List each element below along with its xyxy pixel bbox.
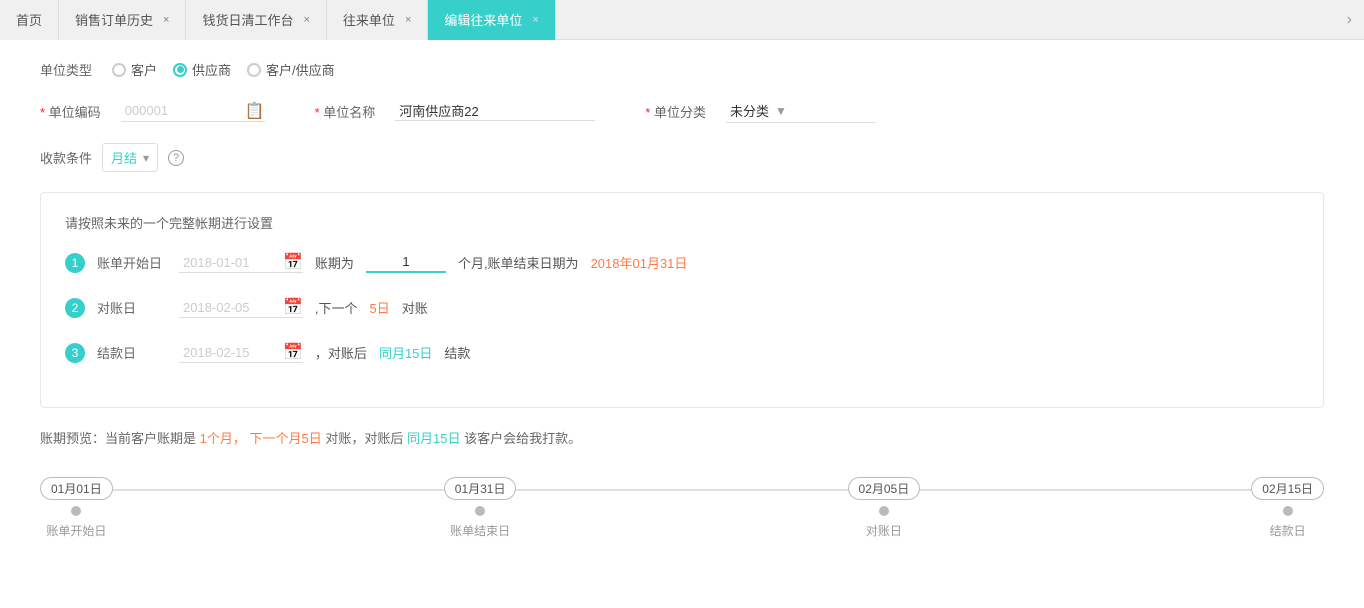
period-row-1: 1 账单开始日 📅 账期为 个月,账单结束日期为 2018年01月31日 (65, 252, 1299, 273)
unit-classify-value: 未分类 (730, 101, 769, 120)
period-text-2b: 对账 (402, 298, 428, 317)
timeline-label-4: 结款日 (1270, 522, 1306, 539)
payment-date-field: 📅 (179, 342, 303, 363)
tab-sales-history[interactable]: 销售订单历史 × (59, 0, 186, 40)
radio-both[interactable]: 客户/供应商 (247, 60, 335, 79)
reconcile-date-field: 📅 (179, 297, 303, 318)
radio-circle-customer (112, 63, 126, 77)
reconcile-highlight: 5日 (370, 298, 390, 317)
timeline: 01月01日 账单开始日 01月31日 账单结束日 02月05日 对账日 02月… (40, 467, 1324, 559)
timeline-dot-2 (475, 506, 485, 516)
timeline-point-1: 01月01日 账单开始日 (40, 477, 113, 539)
period-label-1: 账单开始日 (97, 253, 167, 272)
tab-scroll-arrow[interactable]: › (1335, 11, 1364, 29)
tab-edit-units[interactable]: 编辑往来单位 × (428, 0, 555, 40)
timeline-label-3: 对账日 (866, 522, 902, 539)
timeline-label-2: 账单结束日 (450, 522, 510, 539)
preview-part3: 同月15日 (407, 431, 460, 446)
end-date-value: 2018年01月31日 (591, 253, 688, 272)
timeline-points: 01月01日 账单开始日 01月31日 账单结束日 02月05日 对账日 02月… (40, 477, 1324, 539)
unit-code-label: 单位编码 (40, 102, 101, 121)
payment-date-calendar-icon[interactable]: 📅 (283, 342, 303, 362)
close-cashflow[interactable]: × (303, 14, 309, 26)
timeline-badge-3: 02月05日 (848, 477, 921, 500)
tab-cashflow[interactable]: 钱货日清工作台 × (186, 0, 326, 40)
period-num-3: 3 (65, 343, 85, 363)
payment-help-icon[interactable]: ? (168, 150, 184, 166)
payment-condition-select[interactable]: 月结 ▾ (102, 143, 158, 172)
period-row-3: 3 结款日 📅 ，对账后 同月15日 结款 (65, 342, 1299, 363)
period-label-3: 结款日 (97, 343, 167, 362)
radio-supplier[interactable]: 供应商 (173, 60, 231, 79)
preview-middle: 对账，对账后 (325, 431, 403, 446)
radio-circle-supplier (173, 63, 187, 77)
period-text-3b: 结款 (444, 343, 470, 362)
payment-condition-row: 收款条件 月结 ▾ ? (40, 143, 1324, 172)
unit-code-icon[interactable]: 📋 (245, 101, 265, 121)
payment-highlight: 同月15日 (379, 343, 432, 362)
month-input[interactable] (366, 252, 446, 273)
radio-customer[interactable]: 客户 (112, 60, 157, 79)
unit-type-label: 单位类型 (40, 60, 92, 79)
timeline-point-4: 02月15日 结款日 (1251, 477, 1324, 539)
payment-condition-value: 月结 (111, 148, 137, 167)
period-label-2: 对账日 (97, 298, 167, 317)
timeline-badge-2: 01月31日 (444, 477, 517, 500)
unit-code-field: 📋 (121, 101, 265, 122)
reconcile-date-input[interactable] (179, 298, 279, 317)
timeline-badge-1: 01月01日 (40, 477, 113, 500)
tab-home[interactable]: 首页 (0, 0, 59, 40)
unit-classify-label: 单位分类 (645, 102, 706, 121)
unit-name-label: 单位名称 (315, 102, 376, 121)
main-content: 单位类型 客户 供应商 客户/供应商 单位编码 📋 单位名称 单位分类 (0, 40, 1364, 608)
period-row-2: 2 对账日 📅 ,下一个 5日 对账 (65, 297, 1299, 318)
timeline-dot-3 (879, 506, 889, 516)
close-units[interactable]: × (405, 14, 411, 26)
timeline-label-1: 账单开始日 (46, 522, 106, 539)
preview-prefix: 账期预览：当前客户账期是 (40, 431, 196, 446)
preview-part2: 下一个月5日 (250, 431, 322, 446)
payment-condition-label: 收款条件 (40, 148, 92, 167)
start-date-calendar-icon[interactable]: 📅 (283, 252, 303, 272)
period-settings-card: 请按照未来的一个完整帐期进行设置 1 账单开始日 📅 账期为 个月,账单结束日期… (40, 192, 1324, 408)
close-edit-units[interactable]: × (532, 14, 538, 26)
period-text-2a: ,下一个 (315, 298, 358, 317)
start-date-field: 📅 (179, 252, 303, 273)
timeline-badge-4: 02月15日 (1251, 477, 1324, 500)
unit-name-input[interactable] (395, 101, 595, 121)
classify-arrow-icon: ▼ (775, 104, 787, 118)
period-num-1: 1 (65, 253, 85, 273)
period-text-3a: ，对账后 (315, 343, 367, 362)
reconcile-date-calendar-icon[interactable]: 📅 (283, 297, 303, 317)
payment-arrow-icon: ▾ (143, 151, 149, 165)
payment-date-input[interactable] (179, 343, 279, 362)
unit-classify-dropdown[interactable]: 未分类 ▼ (726, 99, 876, 123)
period-text-1a: 账期为 (315, 253, 354, 272)
tab-bar: 首页 销售订单历史 × 钱货日清工作台 × 往来单位 × 编辑往来单位 × › (0, 0, 1364, 40)
timeline-dot-1 (71, 506, 81, 516)
unit-type-row: 单位类型 客户 供应商 客户/供应商 (40, 60, 1324, 79)
timeline-dot-4 (1283, 506, 1293, 516)
unit-type-radio-group: 客户 供应商 客户/供应商 (112, 60, 335, 79)
preview-suffix: 该客户会给我打款。 (464, 431, 581, 446)
close-sales-history[interactable]: × (163, 14, 169, 26)
unit-code-input[interactable] (121, 101, 241, 120)
timeline-point-2: 01月31日 账单结束日 (444, 477, 517, 539)
unit-details-row: 单位编码 📋 单位名称 单位分类 未分类 ▼ (40, 99, 1324, 123)
preview-text: 账期预览：当前客户账期是 1个月， 下一个月5日 对账，对账后 同月15日 该客… (40, 428, 1324, 447)
tab-units[interactable]: 往来单位 × (327, 0, 428, 40)
timeline-point-3: 02月05日 对账日 (848, 477, 921, 539)
preview-part1: 1个月， (200, 431, 246, 446)
radio-circle-both (247, 63, 261, 77)
period-text-1b: 个月,账单结束日期为 (458, 253, 579, 272)
card-title: 请按照未来的一个完整帐期进行设置 (65, 213, 1299, 232)
start-date-input[interactable] (179, 253, 279, 272)
period-num-2: 2 (65, 298, 85, 318)
